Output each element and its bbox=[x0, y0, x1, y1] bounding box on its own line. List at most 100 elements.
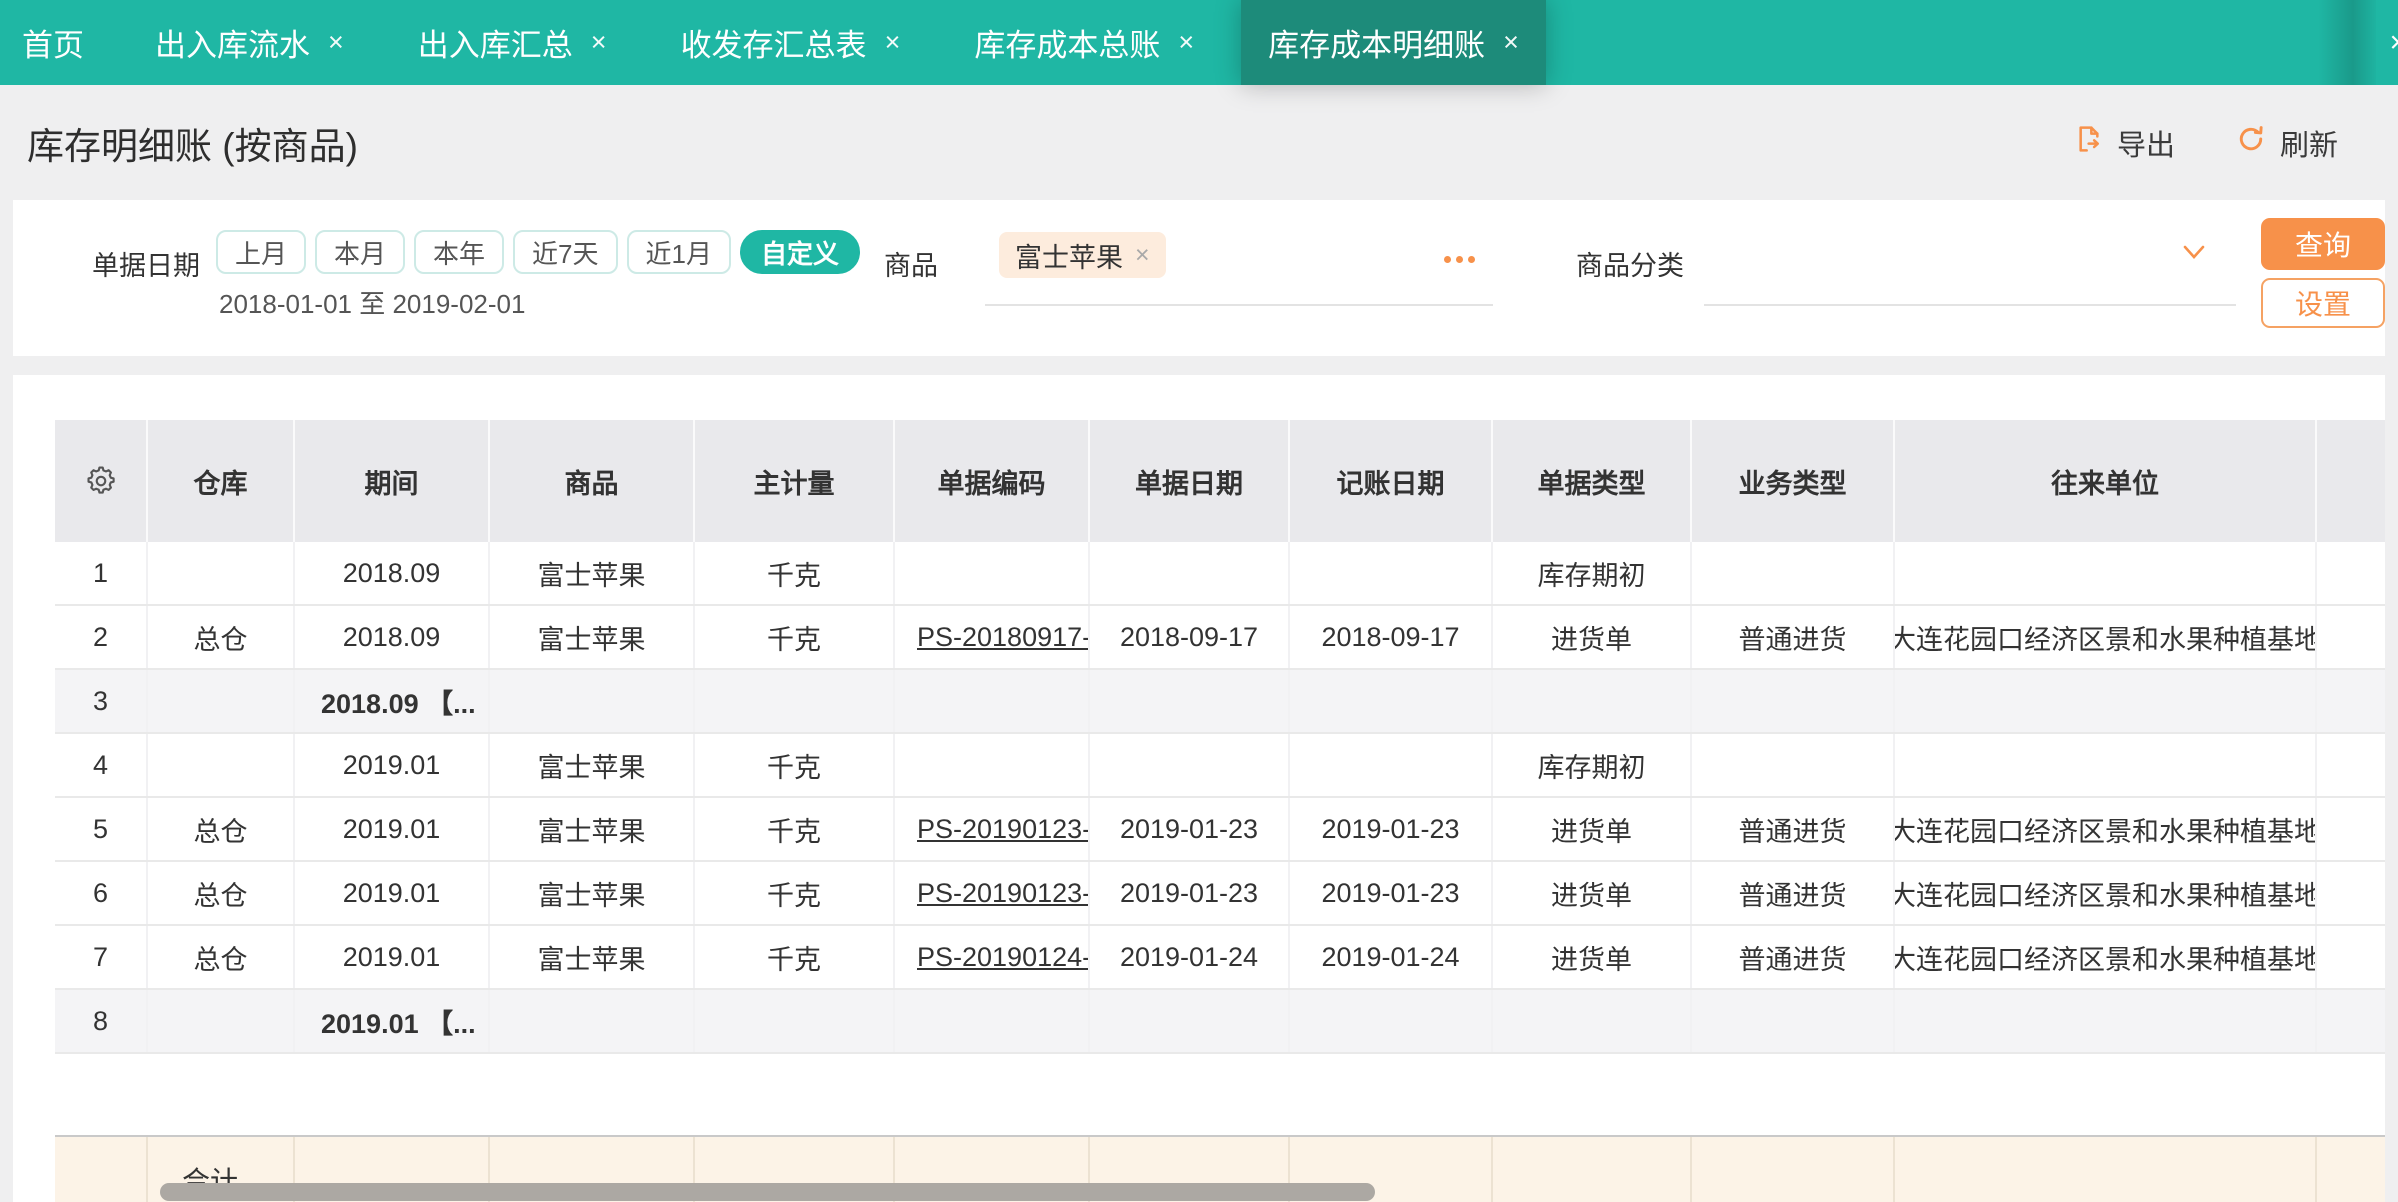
tab-label: 库存成本明细账 bbox=[1268, 28, 1486, 63]
cell-period: 2018.09 【... bbox=[295, 670, 490, 732]
cell-doc-type: 进货单 bbox=[1493, 606, 1692, 668]
cell-warehouse: 总仓 bbox=[148, 798, 295, 860]
cell-warehouse: 总仓 bbox=[148, 606, 295, 668]
product-more-icon[interactable] bbox=[1444, 256, 1475, 263]
cell-product bbox=[490, 990, 695, 1052]
refresh-icon bbox=[2235, 123, 2267, 163]
date-preset-pill[interactable]: 上月 bbox=[216, 230, 307, 274]
total-cell bbox=[55, 1137, 148, 1202]
table-row[interactable]: 5 总仓 2019.01 富士苹果 千克 PS-20190123-0 2019-01-23 2… bbox=[55, 798, 2385, 862]
column-header-stub bbox=[2317, 420, 2385, 542]
cell-doc-type: 库存期初 bbox=[1493, 542, 1692, 604]
tab-4[interactable]: 库存成本总账 × bbox=[947, 0, 1221, 85]
cell-unit: 千克 bbox=[695, 862, 895, 924]
column-header: 记账日期 bbox=[1290, 420, 1493, 542]
date-preset-pill[interactable]: 本年 bbox=[414, 230, 505, 274]
tab-close-icon[interactable]: × bbox=[885, 27, 901, 58]
category-filter-select[interactable] bbox=[1704, 222, 2236, 306]
cell-unit: 千克 bbox=[695, 926, 895, 988]
table-scroll-area[interactable]: 仓库 期间 商品 主计量 单据编码 单据日期 记账日期 单据类型 业务类型 往来单位 1 2018.… bbox=[55, 420, 2385, 1202]
tab-1[interactable]: 出入库流水 × bbox=[128, 0, 371, 85]
cell-period: 2018.09 bbox=[295, 606, 490, 668]
data-grid: 仓库 期间 商品 主计量 单据编码 单据日期 记账日期 单据类型 业务类型 往来单位 1 2018.… bbox=[55, 420, 2385, 1202]
tab-close-icon[interactable]: × bbox=[328, 27, 344, 58]
product-tag-close-icon[interactable]: × bbox=[1135, 241, 1150, 270]
cell-book-date: 2019-01-23 bbox=[1290, 862, 1493, 924]
tab-close-icon[interactable]: × bbox=[591, 27, 607, 58]
page-title: 库存明细账 (按商品) bbox=[27, 125, 358, 167]
refresh-button[interactable]: 刷新 bbox=[2235, 122, 2338, 164]
tab-home[interactable]: 首页 bbox=[0, 0, 108, 85]
cell-partner: 大连花园口经济区景和水果种植基地 bbox=[1895, 798, 2317, 860]
overflow-tab-close-icon[interactable]: × bbox=[2389, 0, 2398, 85]
tab-close-icon[interactable]: × bbox=[1178, 27, 1194, 58]
cell-doc-code[interactable]: PS-20180917-0 bbox=[895, 606, 1090, 668]
grid-header-row: 仓库 期间 商品 主计量 单据编码 单据日期 记账日期 单据类型 业务类型 往来单位 bbox=[55, 420, 2385, 542]
cell-book-date: 2019-01-23 bbox=[1290, 798, 1493, 860]
tab-close-icon[interactable]: × bbox=[1503, 27, 1519, 58]
cell-doc-type bbox=[1493, 990, 1692, 1052]
cell-row-number: 8 bbox=[55, 990, 148, 1052]
total-cell bbox=[1493, 1137, 1692, 1202]
tab-label: 收发存汇总表 bbox=[680, 28, 867, 63]
cell-row-number: 4 bbox=[55, 734, 148, 796]
cell-partner: 大连花园口经济区景和水果种植基地 bbox=[1895, 606, 2317, 668]
cell-biz-type: 普通进货 bbox=[1692, 926, 1895, 988]
product-filter-label: 商品 bbox=[884, 251, 938, 281]
date-range-value[interactable]: 2018-01-01 至 2019-02-01 bbox=[219, 284, 525, 321]
cell-stub bbox=[2317, 542, 2385, 604]
tab-bar: 首页 出入库流水 × 出入库汇总 × 收发存汇总表 × 库存成本总账 × 库存成本明细账 × × bbox=[0, 0, 2398, 85]
cell-biz-type: 普通进货 bbox=[1692, 862, 1895, 924]
export-button[interactable]: 导出 bbox=[2072, 122, 2175, 164]
cell-doc-date: 2018-09-17 bbox=[1090, 606, 1290, 668]
horizontal-scrollbar-thumb[interactable] bbox=[160, 1183, 1375, 1201]
category-filter-label: 商品分类 bbox=[1576, 251, 1684, 281]
total-cell bbox=[1692, 1137, 1895, 1202]
cell-doc-code bbox=[895, 990, 1090, 1052]
table-row[interactable]: 3 2018.09 【... bbox=[55, 670, 2385, 734]
table-row[interactable]: 8 2019.01 【... bbox=[55, 990, 2385, 1054]
table-panel: 仓库 期间 商品 主计量 单据编码 单据日期 记账日期 单据类型 业务类型 往来单位 1 2018.… bbox=[13, 375, 2385, 1202]
cell-stub bbox=[2317, 798, 2385, 860]
cell-doc-code[interactable]: PS-20190124-0 bbox=[895, 926, 1090, 988]
cell-doc-code[interactable]: PS-20190123-0 bbox=[895, 798, 1090, 860]
cell-biz-type bbox=[1692, 734, 1895, 796]
table-row[interactable]: 7 总仓 2019.01 富士苹果 千克 PS-20190124-0 2019-01-24 2… bbox=[55, 926, 2385, 990]
chevron-down-icon[interactable] bbox=[2176, 240, 2212, 271]
cell-stub bbox=[2317, 670, 2385, 732]
tab-3[interactable]: 收发存汇总表 × bbox=[654, 0, 928, 85]
cell-doc-date bbox=[1090, 670, 1290, 732]
cell-book-date bbox=[1290, 542, 1493, 604]
cell-product: 富士苹果 bbox=[490, 606, 695, 668]
column-settings-gear-icon[interactable] bbox=[55, 420, 148, 542]
cell-book-date bbox=[1290, 990, 1493, 1052]
date-preset-pill-custom[interactable]: 自定义 bbox=[739, 230, 860, 274]
cell-partner bbox=[1895, 990, 2317, 1052]
cell-doc-type: 进货单 bbox=[1493, 926, 1692, 988]
cell-unit: 千克 bbox=[695, 734, 895, 796]
cell-warehouse bbox=[148, 734, 295, 796]
cell-unit: 千克 bbox=[695, 798, 895, 860]
settings-button[interactable]: 设置 bbox=[2261, 278, 2385, 328]
tab-5[interactable]: 库存成本明细账 × bbox=[1241, 0, 1546, 85]
date-preset-pill[interactable]: 本月 bbox=[315, 230, 406, 274]
query-button[interactable]: 查询 bbox=[2261, 218, 2385, 270]
table-row[interactable]: 1 2018.09 富士苹果 千克 库存期初 bbox=[55, 542, 2385, 606]
date-preset-pill[interactable]: 近1月 bbox=[626, 230, 731, 274]
cell-partner: 大连花园口经济区景和水果种植基地 bbox=[1895, 862, 2317, 924]
table-row[interactable]: 6 总仓 2019.01 富士苹果 千克 PS-20190123-0 2019-01-23 2… bbox=[55, 862, 2385, 926]
product-filter-input[interactable]: 富士苹果 × bbox=[985, 222, 1493, 306]
cell-doc-code[interactable]: PS-20190123-0 bbox=[895, 862, 1090, 924]
tab-2[interactable]: 出入库汇总 × bbox=[391, 0, 634, 85]
column-header: 商品 bbox=[490, 420, 695, 542]
product-tag-label: 富士苹果 bbox=[1015, 242, 1123, 273]
cell-warehouse bbox=[148, 542, 295, 604]
table-row[interactable]: 4 2019.01 富士苹果 千克 库存期初 bbox=[55, 734, 2385, 798]
table-row[interactable]: 2 总仓 2018.09 富士苹果 千克 PS-20180917-0 2018-09-17 2… bbox=[55, 606, 2385, 670]
cell-partner: 大连花园口经济区景和水果种植基地 bbox=[1895, 926, 2317, 988]
cell-doc-code bbox=[895, 734, 1090, 796]
tab-label: 首页 bbox=[22, 28, 84, 63]
date-preset-pill[interactable]: 近7天 bbox=[513, 230, 618, 274]
export-label: 导出 bbox=[2116, 129, 2175, 162]
refresh-label: 刷新 bbox=[2279, 129, 2338, 162]
